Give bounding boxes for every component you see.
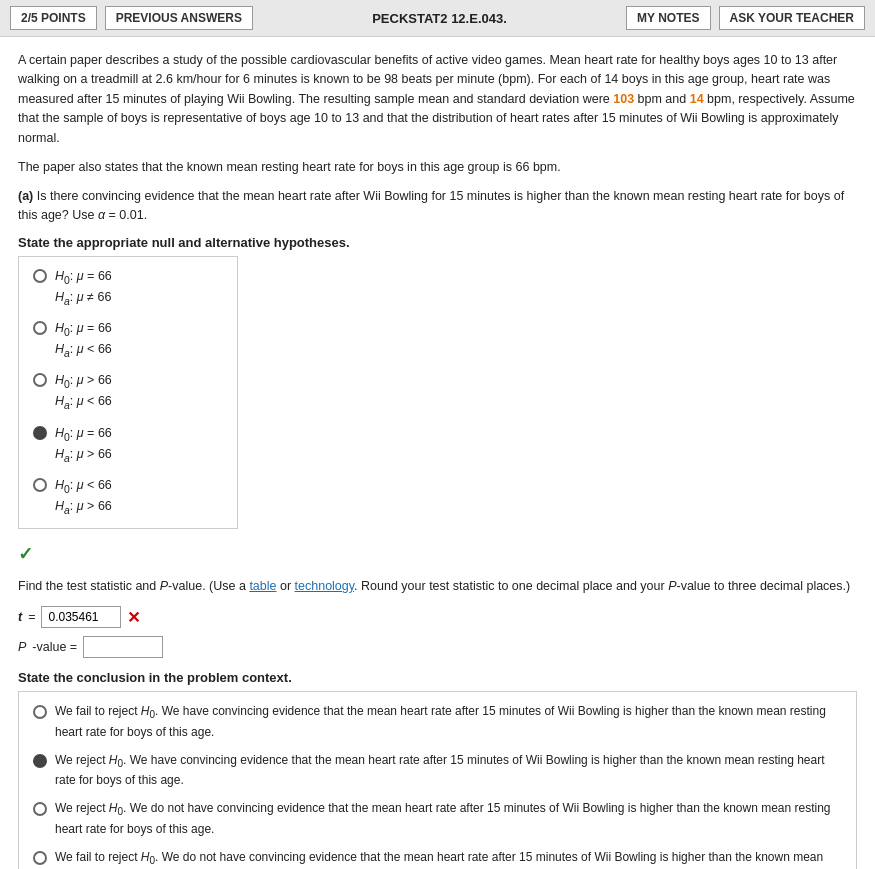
hypothesis-option-1[interactable]: H0: μ = 66 Ha: μ ≠ 66 <box>33 267 223 309</box>
state-hypotheses-label: State the appropriate null and alternati… <box>18 235 857 250</box>
intro-paragraph2: The paper also states that the known mea… <box>18 158 857 177</box>
h1-null: H0: μ = 66 <box>55 267 112 288</box>
pvalue-label: P <box>18 640 26 654</box>
toolbar-right: MY NOTES ASK YOUR TEACHER <box>626 6 865 30</box>
toolbar: 2/5 POINTS PREVIOUS ANSWERS PECKSTAT2 12… <box>0 0 875 37</box>
h3-alt: Ha: μ < 66 <box>55 392 112 413</box>
radio-h5[interactable] <box>33 478 47 492</box>
hypothesis-option-5[interactable]: H0: μ < 66 Ha: μ > 66 <box>33 476 223 518</box>
conclusion-option-1[interactable]: We fail to reject H0. We have convincing… <box>33 702 842 740</box>
hypothesis-checkmark-row: ✓ <box>18 543 857 565</box>
conclusion-option-3[interactable]: We reject H0. We do not have convincing … <box>33 799 842 837</box>
t-stat-row: t = ✕ <box>18 606 857 628</box>
radio-h3[interactable] <box>33 373 47 387</box>
state-conclusion-label: State the conclusion in the problem cont… <box>18 670 857 685</box>
conclusion-text-1: We fail to reject H0. We have convincing… <box>55 702 842 740</box>
hyp-text-4: H0: μ = 66 Ha: μ > 66 <box>55 424 112 466</box>
conclusion-option-4[interactable]: We fail to reject H0. We do not have con… <box>33 848 842 869</box>
table-link[interactable]: table <box>249 579 276 593</box>
hyp-text-5: H0: μ < 66 Ha: μ > 66 <box>55 476 112 518</box>
h1-alt: Ha: μ ≠ 66 <box>55 288 112 309</box>
part-a-question: (a) Is there convincing evidence that th… <box>18 187 857 225</box>
pvalue-input[interactable] <box>83 636 163 658</box>
radio-h4[interactable] <box>33 426 47 440</box>
conclusion-box: We fail to reject H0. We have convincing… <box>18 691 857 869</box>
radio-c3[interactable] <box>33 802 47 816</box>
mean-value: 103 <box>613 92 634 106</box>
part-a-label: (a) <box>18 189 33 203</box>
my-notes-button[interactable]: MY NOTES <box>626 6 710 30</box>
radio-h1[interactable] <box>33 269 47 283</box>
hyp-text-3: H0: μ > 66 Ha: μ < 66 <box>55 371 112 413</box>
hyp-text-2: H0: μ = 66 Ha: μ < 66 <box>55 319 112 361</box>
h5-alt: Ha: μ > 66 <box>55 497 112 518</box>
h4-null: H0: μ = 66 <box>55 424 112 445</box>
ask-teacher-button[interactable]: ASK YOUR TEACHER <box>719 6 865 30</box>
t-value-input[interactable] <box>41 606 121 628</box>
hypothesis-checkmark: ✓ <box>18 543 33 565</box>
h3-null: H0: μ > 66 <box>55 371 112 392</box>
previous-answers-button[interactable]: PREVIOUS ANSWERS <box>105 6 253 30</box>
std-value: 14 <box>690 92 704 106</box>
radio-h2[interactable] <box>33 321 47 335</box>
h2-null: H0: μ = 66 <box>55 319 112 340</box>
main-content: A certain paper describes a study of the… <box>0 37 875 869</box>
conclusion-text-3: We reject H0. We do not have convincing … <box>55 799 842 837</box>
pvalue-row: P-value = <box>18 636 857 658</box>
points-button[interactable]: 2/5 POINTS <box>10 6 97 30</box>
conclusion-text-4: We fail to reject H0. We do not have con… <box>55 848 842 869</box>
radio-c4[interactable] <box>33 851 47 865</box>
hypothesis-option-3[interactable]: H0: μ > 66 Ha: μ < 66 <box>33 371 223 413</box>
t-label: t <box>18 610 22 624</box>
hyp-text-1: H0: μ = 66 Ha: μ ≠ 66 <box>55 267 112 309</box>
problem-id: PECKSTAT2 12.E.043. <box>261 11 618 26</box>
hypothesis-group: H0: μ = 66 Ha: μ ≠ 66 H0: μ = 66 Ha: μ <… <box>18 256 238 529</box>
technology-link[interactable]: technology <box>295 579 355 593</box>
t-value-error-icon: ✕ <box>127 608 140 627</box>
h2-alt: Ha: μ < 66 <box>55 340 112 361</box>
conclusion-option-2[interactable]: We reject H0. We have convincing evidenc… <box>33 751 842 789</box>
radio-c2[interactable] <box>33 754 47 768</box>
hypothesis-option-4[interactable]: H0: μ = 66 Ha: μ > 66 <box>33 424 223 466</box>
radio-c1[interactable] <box>33 705 47 719</box>
conclusion-text-2: We reject H0. We have convincing evidenc… <box>55 751 842 789</box>
find-test-stat-instruction: Find the test statistic and P-value. (Us… <box>18 577 857 596</box>
h4-alt: Ha: μ > 66 <box>55 445 112 466</box>
h5-null: H0: μ < 66 <box>55 476 112 497</box>
intro-paragraph1: A certain paper describes a study of the… <box>18 51 857 148</box>
hypothesis-option-2[interactable]: H0: μ = 66 Ha: μ < 66 <box>33 319 223 361</box>
